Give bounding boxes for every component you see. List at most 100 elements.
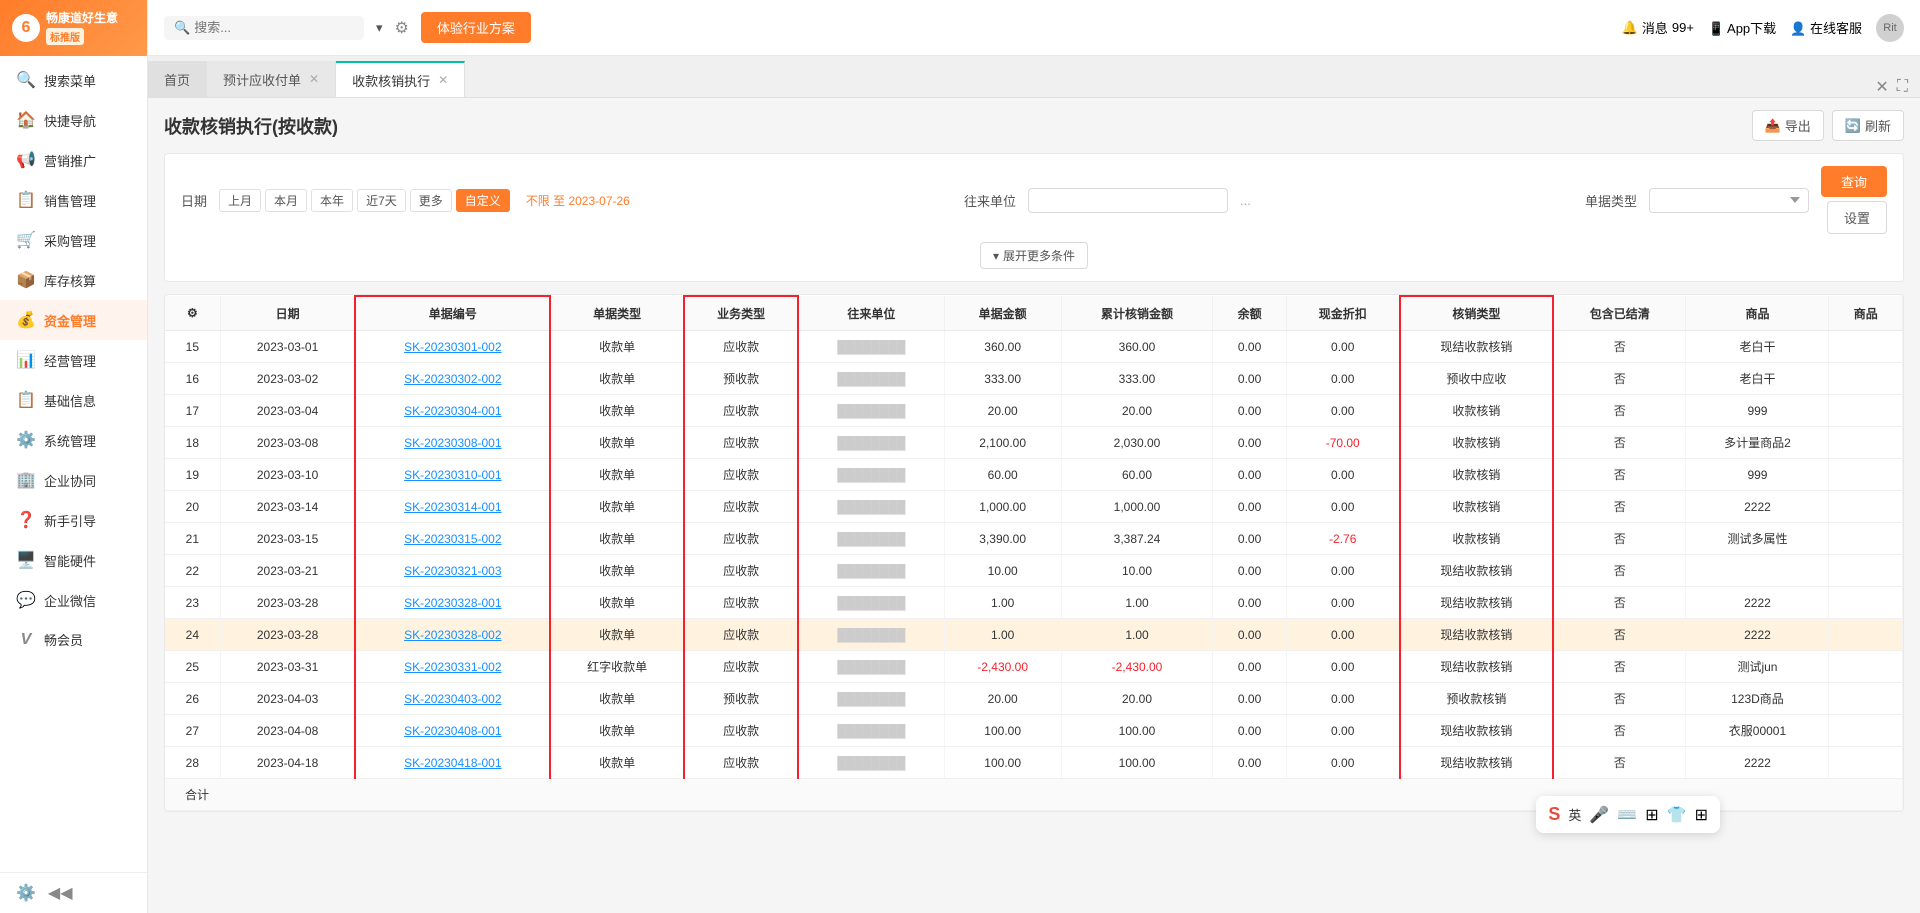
th-goods2: 商品 <box>1829 296 1903 331</box>
table-row: 212023-03-15SK-20230315-002收款单应收款███████… <box>165 523 1903 555</box>
app-download-item[interactable]: 📱 App下载 <box>1708 18 1776 37</box>
table-cell: 否 <box>1553 395 1686 427</box>
sidebar-item-member[interactable]: V 畅会员 <box>0 620 147 659</box>
doc-no-cell[interactable]: SK-20230331-002 <box>355 651 550 683</box>
filter-dates: 上月 本月 本年 近7天 更多 自定义 <box>219 189 510 212</box>
table-cell: 0.00 <box>1286 715 1399 747</box>
tab-close-active-icon[interactable]: ✕ <box>438 73 448 87</box>
settings-icon[interactable]: ⚙️ <box>16 883 36 903</box>
sidebar-item-search-menu[interactable]: 🔍 搜索菜单 <box>0 60 147 100</box>
doc-no-cell[interactable]: SK-20230301-002 <box>355 331 550 363</box>
table-cell: 测试jun <box>1686 651 1829 683</box>
date-btn-this-year[interactable]: 本年 <box>311 189 353 212</box>
table-cell: -70.00 <box>1286 427 1399 459</box>
online-support-item[interactable]: 👤 在线客服 <box>1790 18 1862 37</box>
expand-button[interactable]: ▾ 展开更多条件 <box>980 242 1088 269</box>
doc-no-cell[interactable]: SK-20230302-002 <box>355 363 550 395</box>
keyboard-icon[interactable]: ⌨️ <box>1617 805 1637 825</box>
sidebar-item-guide[interactable]: ❓ 新手引导 <box>0 500 147 540</box>
table-cell: ████████ <box>798 555 944 587</box>
doc-no-cell[interactable]: SK-20230315-002 <box>355 523 550 555</box>
mic-icon[interactable]: 🎤 <box>1589 805 1609 825</box>
refresh-button[interactable]: 🔄 刷新 <box>1832 110 1904 141</box>
doc-no-cell[interactable]: SK-20230403-002 <box>355 683 550 715</box>
date-btn-last-month[interactable]: 上月 <box>219 189 261 212</box>
tab-receivable-exec[interactable]: 收款核销执行 ✕ <box>336 61 465 97</box>
doc-no-cell[interactable]: SK-20230328-001 <box>355 587 550 619</box>
user-avatar[interactable]: Rit <box>1876 14 1904 42</box>
cancel-type-cell: 预收款核销 <box>1400 683 1553 715</box>
solution-button[interactable]: 体验行业方案 <box>421 12 531 43</box>
tab-pending-payment[interactable]: 预计应收付单 ✕ <box>207 61 336 97</box>
doc-type-select[interactable] <box>1649 188 1809 213</box>
sidebar-item-basic-info[interactable]: 📋 基础信息 <box>0 380 147 420</box>
doc-no-cell[interactable]: SK-20230328-002 <box>355 619 550 651</box>
date-btn-this-month[interactable]: 本月 <box>265 189 307 212</box>
doc-no-cell[interactable]: SK-20230408-001 <box>355 715 550 747</box>
th-cancel-type: 核销类型 <box>1400 296 1553 331</box>
doc-no-cell[interactable]: SK-20230308-001 <box>355 427 550 459</box>
shirt-icon[interactable]: 👕 <box>1667 805 1687 825</box>
table-cell: 否 <box>1553 491 1686 523</box>
table-cell: 0.00 <box>1286 587 1399 619</box>
sidebar-item-label: 畅会员 <box>44 630 83 649</box>
table-cell: 333.00 <box>944 363 1061 395</box>
sidebar-item-enterprise[interactable]: 🏢 企业协同 <box>0 460 147 500</box>
sidebar-item-inventory[interactable]: 📦 库存核算 <box>0 260 147 300</box>
table-cell <box>1829 459 1903 491</box>
doc-no-cell[interactable]: SK-20230304-001 <box>355 395 550 427</box>
topbar-dropdown[interactable]: ▾ <box>376 20 383 36</box>
doc-no-cell[interactable]: SK-20230418-001 <box>355 747 550 779</box>
apps-icon[interactable]: ⊞ <box>1695 805 1708 825</box>
table-cell: 2,100.00 <box>944 427 1061 459</box>
table-cell: 1.00 <box>944 587 1061 619</box>
sidebar-item-system[interactable]: ⚙️ 系统管理 <box>0 420 147 460</box>
doc-no-cell[interactable]: SK-20230321-003 <box>355 555 550 587</box>
sidebar-item-sales[interactable]: 📋 销售管理 <box>0 180 147 220</box>
table-cell: 否 <box>1553 747 1686 779</box>
table-cell: 0.00 <box>1286 363 1399 395</box>
tab-close-all-button[interactable]: ✕ <box>1875 77 1888 97</box>
phone-icon: 📱 <box>1708 21 1724 36</box>
table-cell: 0.00 <box>1213 715 1286 747</box>
biz-type-cell: 应收款 <box>684 619 798 651</box>
tab-home[interactable]: 首页 <box>148 61 207 97</box>
date-btn-custom[interactable]: 自定义 <box>456 189 510 212</box>
table-cell: 收款单 <box>550 587 684 619</box>
sidebar-item-finance[interactable]: 💰 资金管理 <box>0 300 147 340</box>
sidebar-item-hardware[interactable]: 🖥️ 智能硬件 <box>0 540 147 580</box>
notifications-label: 消息 <box>1642 18 1668 37</box>
table-cell: 2,030.00 <box>1061 427 1213 459</box>
th-idx: ⚙ <box>165 296 220 331</box>
app-download-label: App下载 <box>1727 21 1776 36</box>
setting-button[interactable]: 设置 <box>1827 201 1887 234</box>
sales-icon: 📋 <box>16 190 36 210</box>
sidebar-item-label: 新手引导 <box>44 511 96 530</box>
sidebar-item-quick-nav[interactable]: 🏠 快捷导航 <box>0 100 147 140</box>
sidebar-item-marketing[interactable]: 📢 营销推广 <box>0 140 147 180</box>
partner-input[interactable] <box>1028 188 1228 213</box>
topbar-gear-icon[interactable]: ⚙ <box>395 18 409 38</box>
sidebar-item-label: 采购管理 <box>44 231 96 250</box>
sidebar-item-wechat[interactable]: 💬 企业微信 <box>0 580 147 620</box>
sidebar-item-operations[interactable]: 📊 经营管理 <box>0 340 147 380</box>
date-btn-more[interactable]: 更多 <box>410 189 452 212</box>
notifications-item[interactable]: 🔔 消息 99+ <box>1622 18 1694 37</box>
tab-close-icon[interactable]: ✕ <box>309 72 319 86</box>
tab-expand-button[interactable]: ⛶ <box>1897 78 1908 96</box>
doc-no-cell[interactable]: SK-20230310-001 <box>355 459 550 491</box>
grid-icon[interactable]: ⊞ <box>1645 805 1658 825</box>
data-table: ⚙ 日期 单据编号 单据类型 业务类型 往来单位 单据金额 累计核销金额 余额 … <box>165 295 1903 811</box>
table-cell: -2,430.00 <box>944 651 1061 683</box>
table-cell: 17 <box>165 395 220 427</box>
system-icon: ⚙️ <box>16 430 36 450</box>
query-button[interactable]: 查询 <box>1821 166 1887 197</box>
collapse-icon[interactable]: ◀◀ <box>48 883 73 903</box>
table-cell: 23 <box>165 587 220 619</box>
doc-no-cell[interactable]: SK-20230314-001 <box>355 491 550 523</box>
table-row: 162023-03-02SK-20230302-002收款单预收款███████… <box>165 363 1903 395</box>
date-btn-7days[interactable]: 近7天 <box>357 189 406 212</box>
sidebar-item-purchase[interactable]: 🛒 采购管理 <box>0 220 147 260</box>
search-input[interactable] <box>194 20 344 35</box>
export-button[interactable]: 📤 导出 <box>1752 110 1824 141</box>
